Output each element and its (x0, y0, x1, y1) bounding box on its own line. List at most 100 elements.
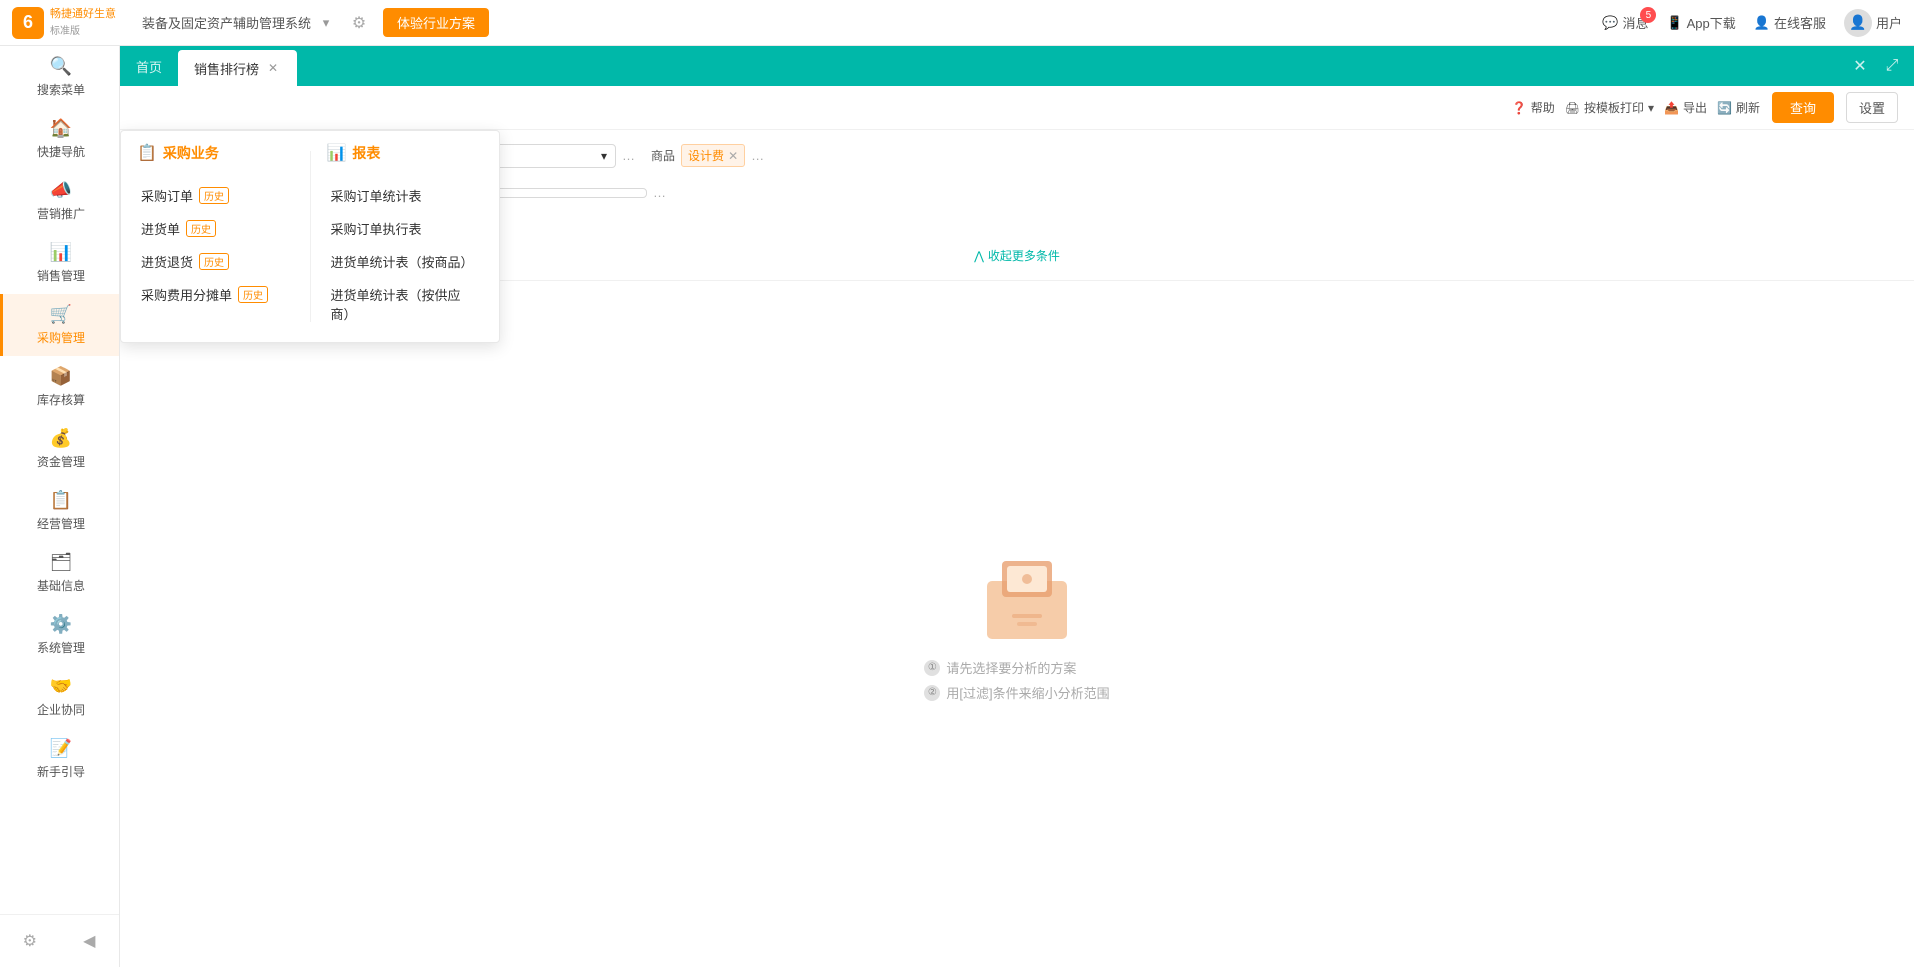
logo-sub: 标准版 (50, 22, 116, 37)
goods-dots[interactable]: … (751, 148, 764, 163)
collapse-sidebar-btn[interactable]: ◀ (71, 923, 107, 959)
sidebar-item-purchase[interactable]: 🛒 采购管理 (0, 294, 119, 356)
sidebar-item-label: 搜索菜单 (37, 81, 85, 98)
dropdown-item-receipt-by-supplier[interactable]: 进货单统计表（按供应商） (327, 278, 484, 330)
sidebar-item-label: 库存核算 (37, 391, 85, 408)
sidebar-item-quick[interactable]: 🏠 快捷导航 (0, 108, 119, 170)
operations-icon: 📋 (50, 490, 72, 511)
sidebar-item-system[interactable]: ⚙️ 系统管理 (0, 604, 119, 666)
settings-bottom-btn[interactable]: ⚙ (12, 923, 48, 959)
status-chevron: ▾ (601, 149, 607, 163)
search-icon: 🔍 (50, 56, 72, 77)
empty-hint-2: ② 用[过滤]条件来缩小分析范围 (924, 683, 1109, 702)
purchase-col-title-text: 采购业务 (163, 143, 219, 163)
dropdown-item-order-stats[interactable]: 采购订单统计表 (327, 179, 484, 212)
sys-title-text: 装备及固定资产辅助管理系统 (142, 13, 311, 32)
dropdown-col-purchase-title: 📋 采购业务 (137, 143, 294, 167)
sidebar-item-guide[interactable]: 📝 新手引导 (0, 728, 119, 790)
tab-bar: 首页 销售排行榜 ✕ ✕ ⤢ (120, 46, 1914, 86)
guide-icon: 📝 (50, 738, 72, 759)
page-content-wrapper: ❓ 帮助 🖨 按模板打印 ▾ 📤 导出 🔄 (120, 86, 1914, 967)
hint-text-1: 请先选择要分析的方案 (946, 658, 1076, 677)
tab-home-label: 首页 (136, 57, 162, 76)
avatar: 👤 (1844, 9, 1872, 37)
hint-dot-1: ① (924, 660, 940, 676)
refresh-btn[interactable]: 🔄 刷新 (1717, 99, 1760, 116)
purchase-icon: 🛒 (50, 304, 72, 325)
tab-sales-rank[interactable]: 销售排行榜 ✕ (178, 50, 297, 86)
user-btn[interactable]: 👤 用户 (1844, 9, 1902, 37)
empty-svg (967, 546, 1087, 646)
empty-state: ① 请先选择要分析的方案 ② 用[过滤]条件来缩小分析范围 (120, 281, 1914, 967)
message-badge: 5 (1640, 7, 1656, 23)
tab-close-all-btn[interactable]: ✕ (1846, 52, 1874, 80)
basic-icon: 🗂 (50, 552, 73, 573)
print-dropdown-icon: ▾ (1648, 101, 1654, 115)
sys-title: 装备及固定资产辅助管理系统 ▾ (142, 13, 335, 32)
sidebar-item-marketing[interactable]: 📣 营销推广 (0, 170, 119, 232)
dropdown-item-order-exec[interactable]: 采购订单执行表 (327, 212, 484, 245)
content-area: 首页 销售排行榜 ✕ ✕ ⤢ ❓ 帮助 (120, 46, 1914, 967)
sidebar-item-sales[interactable]: 📊 销售管理 (0, 232, 119, 294)
tab-expand-btn[interactable]: ⤢ (1878, 52, 1906, 80)
finance-icon: 💰 (50, 428, 72, 449)
sidebar-item-basic[interactable]: 🗂 基础信息 (0, 542, 119, 604)
sidebar-item-label: 采购管理 (37, 329, 85, 346)
item-label: 进货单统计表（按供应商） (331, 285, 480, 323)
dropdown-item-receipt[interactable]: 进货单 历史 (137, 212, 294, 245)
item-badge-0: 历史 (199, 187, 229, 204)
export-btn[interactable]: 📤 导出 (1664, 99, 1707, 116)
item-label: 采购订单 (141, 186, 193, 205)
item-label: 采购订单统计表 (331, 186, 422, 205)
dropdown-item-return[interactable]: 进货退货 历史 (137, 245, 294, 278)
collapse-btn[interactable]: ⋀ 收起更多条件 (962, 243, 1072, 268)
app-icon: 📱 (1666, 15, 1682, 31)
inventory-icon: 📦 (50, 366, 72, 387)
sidebar-item-label: 销售管理 (37, 267, 85, 284)
sidebar-item-search[interactable]: 🔍 搜索菜单 (0, 46, 119, 108)
system-icon: ⚙️ (50, 614, 72, 635)
tab-home[interactable]: 首页 (120, 46, 178, 86)
sys-dropdown-btn[interactable]: ▾ (317, 14, 335, 32)
toolbar-right: ❓ 帮助 🖨 按模板打印 ▾ 📤 导出 🔄 (1512, 99, 1760, 116)
sidebar-item-finance[interactable]: 💰 资金管理 (0, 418, 119, 480)
gear-btn[interactable]: ⚙ (345, 9, 373, 37)
dropdown-item-purchase-order[interactable]: 采购订单 历史 (137, 179, 294, 212)
item-label: 进货单统计表（按商品） (331, 252, 474, 271)
reports-col-title-text: 报表 (352, 143, 380, 163)
help-btn[interactable]: ❓ 帮助 (1512, 99, 1555, 116)
item-badge-1: 历史 (186, 220, 216, 237)
status-dots[interactable]: … (622, 148, 635, 163)
dropdown-item-expense[interactable]: 采购费用分摊单 历史 (137, 278, 294, 311)
online-service-btn[interactable]: 👤 在线客服 (1754, 13, 1826, 32)
dropdown-col-purchase: 📋 采购业务 采购订单 历史 进货单 历史 进货退货 (121, 143, 310, 330)
item-label: 采购订单执行表 (331, 219, 422, 238)
sidebar-item-operations[interactable]: 📋 经营管理 (0, 480, 119, 542)
message-btn[interactable]: 💬 消息 5 (1602, 13, 1648, 32)
industry-btn[interactable]: 体验行业方案 (383, 8, 489, 37)
sidebar-item-label: 经营管理 (37, 515, 85, 532)
logo-area: 6 畅捷通好生意 标准版 (12, 7, 132, 39)
sidebar-item-label: 基础信息 (37, 577, 85, 594)
query-btn[interactable]: 查询 (1772, 92, 1834, 123)
sales-icon: 📊 (50, 242, 72, 263)
sidebar-item-inventory[interactable]: 📦 库存核算 (0, 356, 119, 418)
goods-tag-text: 设计费 (688, 147, 724, 164)
dropdown-item-receipt-by-goods[interactable]: 进货单统计表（按商品） (327, 245, 484, 278)
home-icon: 🏠 (50, 118, 72, 139)
goods-filter: 商品 设计费 ✕ … (651, 144, 764, 167)
print-btn[interactable]: 🖨 按模板打印 ▾ (1565, 99, 1654, 116)
page-toolbar: ❓ 帮助 🖨 按模板打印 ▾ 📤 导出 🔄 (120, 86, 1914, 130)
export-icon: 📤 (1664, 101, 1679, 115)
sidebar-item-enterprise[interactable]: 🤝 企业协同 (0, 666, 119, 728)
settings-btn[interactable]: 设置 (1846, 92, 1898, 123)
goods-label: 商品 (651, 147, 675, 164)
top-header: 6 畅捷通好生意 标准版 装备及固定资产辅助管理系统 ▾ ⚙ 体验行业方案 💬 … (0, 0, 1914, 46)
salesman-dots[interactable]: … (653, 185, 666, 200)
main-layout: 🔍 搜索菜单 🏠 快捷导航 📣 营销推广 📊 销售管理 🛒 采购管理 📦 库存核… (0, 46, 1914, 967)
sidebar-item-label: 企业协同 (37, 701, 85, 718)
app-download-btn[interactable]: 📱 App下载 (1666, 13, 1735, 32)
goods-tag-close[interactable]: ✕ (728, 149, 738, 163)
sidebar: 🔍 搜索菜单 🏠 快捷导航 📣 营销推广 📊 销售管理 🛒 采购管理 📦 库存核… (0, 46, 120, 967)
tab-close-btn[interactable]: ✕ (265, 60, 281, 76)
